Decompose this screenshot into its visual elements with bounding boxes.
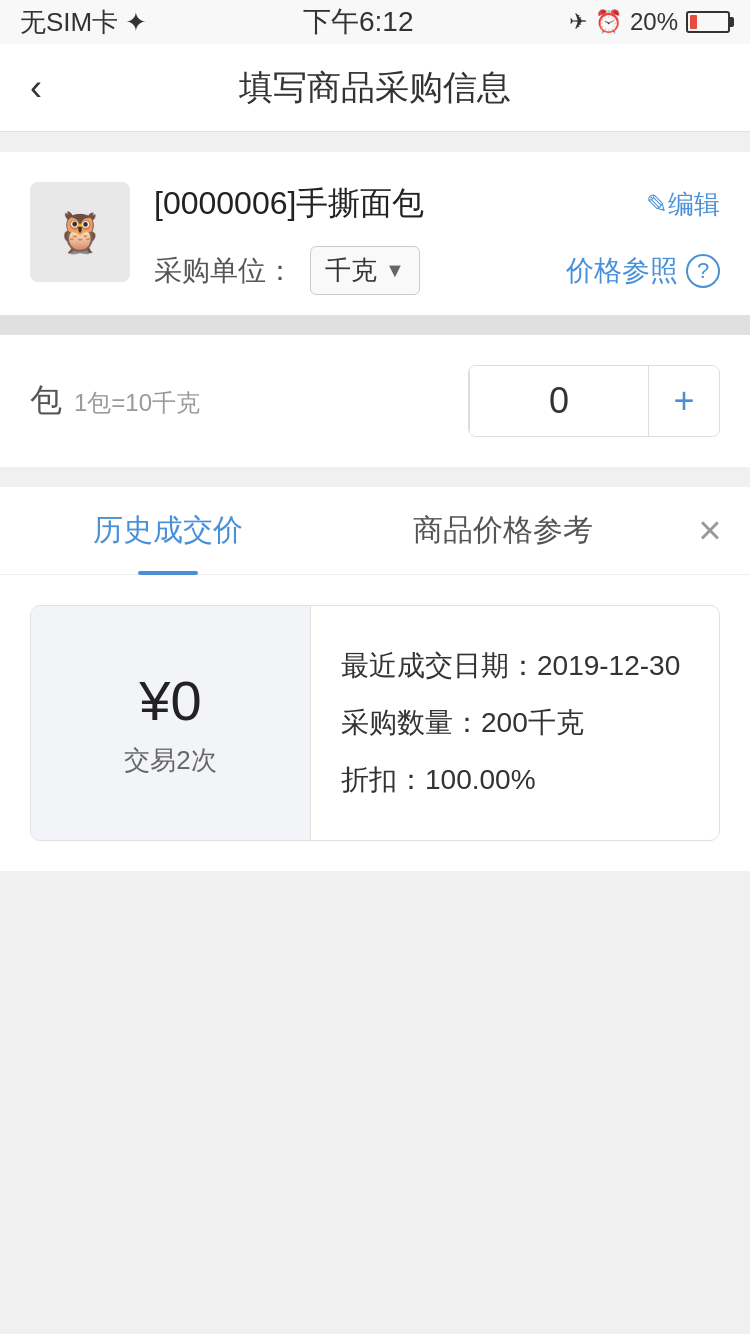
product-row: 🦉 [0000006]手撕面包 ✎编辑 采购单位： 千克 ▼ 价格参照 ? [30, 182, 720, 295]
quantity-display: 0 [469, 366, 649, 436]
dropdown-arrow-icon: ▼ [385, 259, 405, 282]
unit-info: 包 1包=10千克 [30, 379, 200, 423]
discount-row: 折扣：100.00% [341, 760, 689, 799]
status-left: 无SIM卡 ✦ [20, 5, 147, 40]
price-ref-help-icon: ? [686, 254, 720, 288]
carrier-text: 无SIM卡 ✦ [20, 5, 147, 40]
discount-value: 100.00% [425, 764, 536, 795]
battery-icon [686, 11, 730, 33]
card-price-section: ¥0 交易2次 [31, 606, 311, 840]
battery-percent: 20% [630, 8, 678, 36]
unit-value: 千克 [325, 253, 377, 288]
status-right: ✈ ⏰ 20% [569, 8, 730, 36]
status-time: 下午6:12 [303, 3, 414, 41]
price-value: 0 [171, 669, 202, 732]
unit-character: 包 [30, 379, 62, 423]
tab-history-price[interactable]: 历史成交价 [0, 487, 335, 575]
price-reference-button[interactable]: 价格参照 ? [566, 252, 720, 290]
product-name-row: [0000006]手撕面包 ✎编辑 [154, 182, 720, 226]
historical-price: ¥0 [139, 668, 201, 733]
product-thumbnail-icon: 🦉 [55, 209, 105, 256]
alarm-icon: ⏰ [595, 9, 622, 35]
latest-date-label: 最近成交日期： [341, 650, 537, 681]
product-section: 🦉 [0000006]手撕面包 ✎编辑 采购单位： 千克 ▼ 价格参照 ? [0, 152, 750, 315]
price-ref-label: 价格参照 [566, 252, 678, 290]
increment-button[interactable]: + [649, 366, 719, 436]
page-background [0, 871, 750, 1334]
quantity-label: 采购数量： [341, 707, 481, 738]
product-details: [0000006]手撕面包 ✎编辑 采购单位： 千克 ▼ 价格参照 ? [154, 182, 720, 295]
page-title: 填写商品采购信息 [239, 65, 511, 111]
latest-date-value: 2019-12-30 [537, 650, 680, 681]
quantity-value: 200千克 [481, 707, 584, 738]
close-tab-button[interactable]: × [670, 508, 750, 553]
product-image: 🦉 [30, 182, 130, 282]
unit-label: 采购单位： [154, 252, 294, 290]
latest-date-row: 最近成交日期：2019-12-30 [341, 646, 689, 685]
history-card: ¥0 交易2次 最近成交日期：2019-12-30 采购数量：200千克 折扣：… [30, 605, 720, 841]
trade-count: 交易2次 [124, 743, 216, 778]
tabs-section: 历史成交价 商品价格参考 × ¥0 交易2次 最近成交日期：2019-12-30… [0, 487, 750, 871]
edit-button[interactable]: ✎编辑 [646, 187, 720, 222]
unit-selector: 采购单位： 千克 ▼ [154, 246, 420, 295]
product-name: [0000006]手撕面包 [154, 182, 424, 226]
location-icon: ✈ [569, 9, 587, 35]
card-section: ¥0 交易2次 最近成交日期：2019-12-30 采购数量：200千克 折扣：… [0, 575, 750, 871]
purchase-unit-row: 采购单位： 千克 ▼ 价格参照 ? [154, 246, 720, 295]
nav-bar: ‹ 填写商品采购信息 [0, 44, 750, 132]
tabs-header: 历史成交价 商品价格参考 × [0, 487, 750, 575]
unit-conversion-text: 1包=10千克 [74, 387, 200, 419]
back-button[interactable]: ‹ [20, 57, 52, 119]
section-divider [0, 315, 750, 335]
purchase-quantity-row: 采购数量：200千克 [341, 703, 689, 742]
tab-product-price-reference[interactable]: 商品价格参考 [335, 487, 670, 575]
status-bar: 无SIM卡 ✦ 下午6:12 ✈ ⏰ 20% [0, 0, 750, 44]
discount-label: 折扣： [341, 764, 425, 795]
unit-dropdown[interactable]: 千克 ▼ [310, 246, 420, 295]
card-details-section: 最近成交日期：2019-12-30 采购数量：200千克 折扣：100.00% [311, 606, 719, 840]
price-currency-symbol: ¥ [139, 669, 170, 732]
quantity-control: 0 + [468, 365, 720, 437]
quantity-section: 包 1包=10千克 0 + [0, 335, 750, 467]
